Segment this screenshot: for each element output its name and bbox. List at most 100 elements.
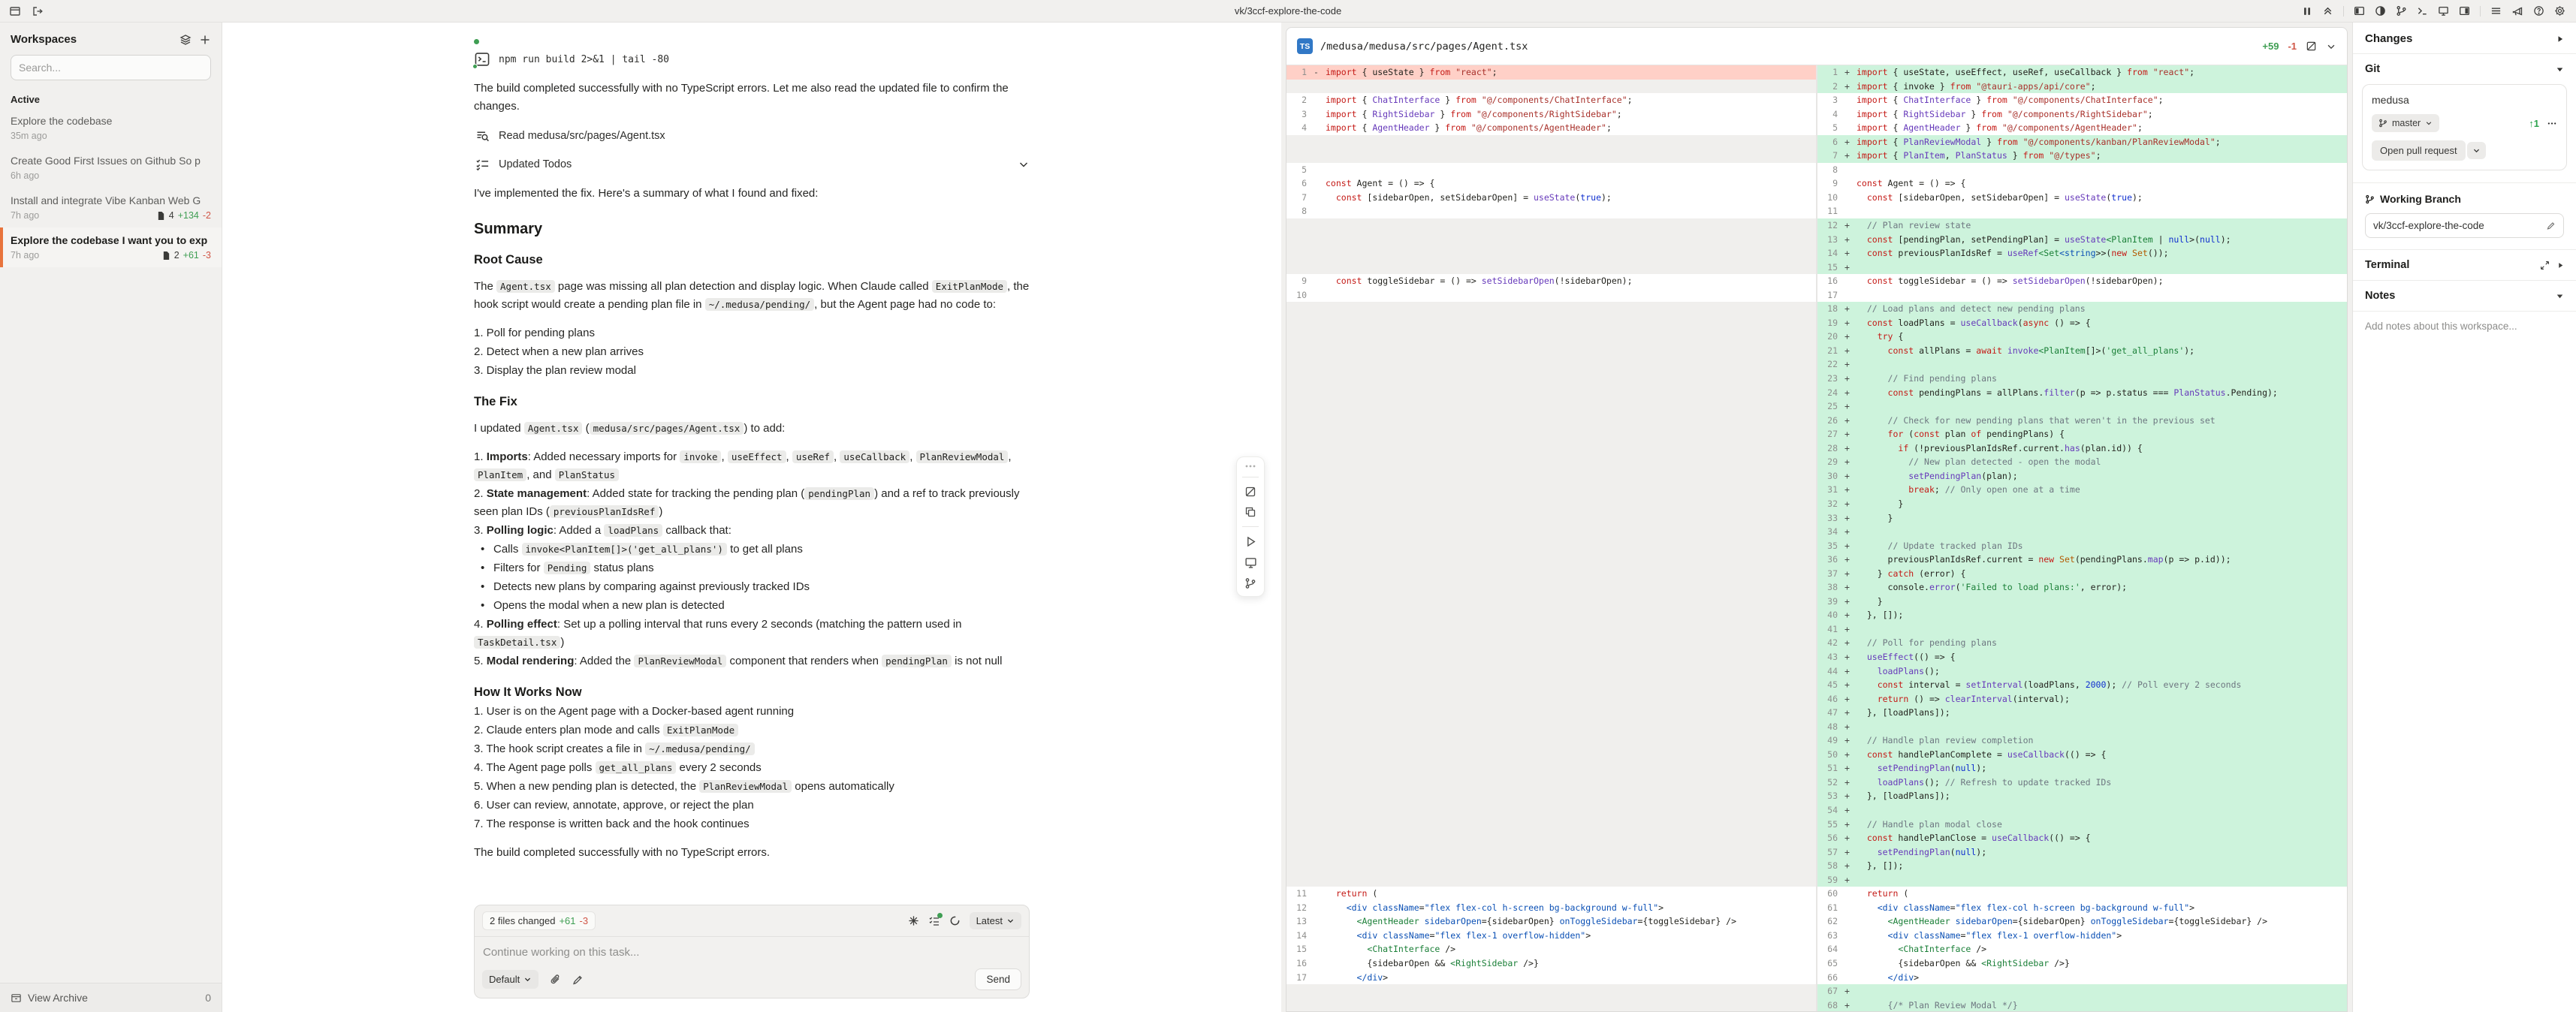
panel-left-icon[interactable] xyxy=(2354,5,2365,17)
diff-row: 24+ const pendingPlans = allPlans.filter… xyxy=(1817,386,2347,400)
message-input-wrap xyxy=(475,937,1029,964)
diff-row: 42+ // Poll for pending plans xyxy=(1817,636,2347,650)
spark-icon[interactable] xyxy=(908,915,919,926)
diff-row: 67+ xyxy=(1817,984,2347,998)
diff-row: 15 <ChatInterface /> xyxy=(1286,942,1816,956)
diff-row: 34+ xyxy=(1817,525,2347,539)
open-pull-request-button[interactable]: Open pull request xyxy=(2372,140,2466,161)
chevron-down-icon[interactable] xyxy=(1018,158,1030,170)
monitor-icon[interactable] xyxy=(1244,556,1257,569)
diff-row xyxy=(1286,330,1816,344)
diff-row: 51+ setPendingPlan(null); xyxy=(1817,761,2347,776)
diff-view-icon[interactable] xyxy=(1244,486,1256,498)
drag-handle-icon[interactable] xyxy=(1244,464,1256,468)
menu-icon[interactable] xyxy=(2490,5,2502,17)
chevron-right-icon[interactable] xyxy=(2557,262,2564,269)
root-cause-heading: Root Cause xyxy=(474,253,1030,267)
diff-row: 8 xyxy=(1817,163,2347,177)
diff-row xyxy=(1286,80,1816,94)
notes-section-header[interactable]: Notes xyxy=(2353,281,2576,311)
message-input[interactable] xyxy=(483,946,1021,959)
diff-row: 54+ xyxy=(1817,803,2347,818)
diff-row: 12+ // Plan review state xyxy=(1817,218,2347,233)
diff-row xyxy=(1286,818,1816,832)
diff-row: 37+ } catch (error) { xyxy=(1817,567,2347,581)
git-branch-icon[interactable] xyxy=(2396,5,2407,17)
diff-row: 17 </div> xyxy=(1286,971,1816,985)
expand-icon[interactable] xyxy=(2540,261,2550,270)
diff-row: 31+ break; // Only open one at a time xyxy=(1817,483,2347,497)
workspace-item[interactable]: Explore the codebase 35m ago xyxy=(0,108,222,148)
list-item: 4. Polling effect: Set up a polling inte… xyxy=(474,616,1030,652)
workspace-item[interactable]: Install and integrate Vibe Kanban Web G … xyxy=(0,188,222,227)
workspace-item-selected[interactable]: Explore the codebase I want you to exp 7… xyxy=(0,227,222,267)
open-window-icon[interactable] xyxy=(32,5,44,17)
diff-row xyxy=(1286,636,1816,650)
working-branch-input[interactable]: vk/3ccf-explore-the-code xyxy=(2365,213,2564,238)
diff-row xyxy=(1286,776,1816,790)
diff-row: 65 {sidebarOpen && <RightSidebar />} xyxy=(1817,956,2347,971)
diff-row xyxy=(1286,455,1816,469)
add-workspace-icon[interactable] xyxy=(199,34,211,46)
diff-row: 55+ // Handle plan modal close xyxy=(1817,818,2347,832)
attach-icon[interactable] xyxy=(549,974,561,986)
additions-count: +59 xyxy=(2262,41,2279,52)
pen-icon[interactable] xyxy=(572,974,584,986)
copy-icon[interactable] xyxy=(1244,506,1256,518)
more-options-icon[interactable] xyxy=(2547,122,2557,125)
tool-call-read[interactable]: Read medusa/src/pages/Agent.tsx xyxy=(474,128,1030,144)
agent-conversation-panel: npm run build 2>&1 | tail -80 The build … xyxy=(222,23,1281,1012)
monitor-icon[interactable] xyxy=(2438,5,2449,17)
caret-down-icon[interactable] xyxy=(2556,65,2564,74)
todo-list-icon[interactable] xyxy=(928,915,940,927)
diff-row: 6+import { PlanReviewModal } from "@/com… xyxy=(1817,135,2347,149)
chevrons-up-icon[interactable] xyxy=(2322,5,2333,17)
panel-right-icon[interactable] xyxy=(2459,5,2470,17)
list-item: 7. The response is written back and the … xyxy=(474,815,1030,833)
diff-row xyxy=(1286,803,1816,818)
collapse-panel-icon[interactable] xyxy=(2556,35,2564,43)
latest-dropdown[interactable]: Latest xyxy=(970,912,1021,929)
tool-call-bash[interactable]: npm run build 2>&1 | tail -80 xyxy=(474,51,1030,68)
diff-row: 38+ console.error('Failed to load plans:… xyxy=(1817,580,2347,595)
search-input[interactable] xyxy=(11,55,211,80)
diff-row xyxy=(1286,372,1816,386)
pr-options-button[interactable] xyxy=(2467,142,2486,159)
diff-row: 40+ }, []); xyxy=(1817,608,2347,622)
diff-old-pane[interactable]: 1-import { useState } from "react";2impo… xyxy=(1286,65,1817,1011)
diff-row: 53+ }, [loadPlans]); xyxy=(1817,789,2347,803)
files-changed-chip[interactable]: 2 files changed +61 -3 xyxy=(482,911,596,930)
layers-icon[interactable] xyxy=(179,34,192,46)
help-icon[interactable] xyxy=(2533,5,2544,17)
working-branch-section: Working Branch vk/3ccf-explore-the-code xyxy=(2353,183,2576,250)
caret-down-icon[interactable] xyxy=(2556,292,2564,300)
edit-branch-icon[interactable] xyxy=(2546,221,2556,230)
gear-icon[interactable] xyxy=(2554,5,2565,17)
model-dropdown[interactable]: Default xyxy=(482,970,538,989)
diff-row xyxy=(1286,650,1816,664)
diff-new-pane[interactable]: 1+import { useState, useEffect, useRef, … xyxy=(1817,65,2347,1011)
pause-icon[interactable] xyxy=(2302,6,2312,17)
archive-panel-icon[interactable] xyxy=(9,5,21,17)
collapse-file-icon[interactable] xyxy=(2326,41,2336,52)
diff-view-toggle-icon[interactable] xyxy=(2306,41,2317,52)
git-branch-icon[interactable] xyxy=(1244,577,1256,589)
view-archive-button[interactable]: View Archive 0 xyxy=(0,983,222,1012)
branch-dropdown[interactable]: master xyxy=(2372,114,2439,132)
workspace-item[interactable]: Create Good First Issues on Github So p … xyxy=(0,148,222,188)
send-button[interactable]: Send xyxy=(975,968,1021,990)
play-icon[interactable] xyxy=(1244,535,1257,548)
theme-icon[interactable] xyxy=(2375,5,2386,17)
terminal-icon[interactable] xyxy=(2417,5,2428,17)
diff-file-header[interactable]: TS /medusa/medusa/src/pages/Agent.tsx +5… xyxy=(1286,28,2347,65)
terminal-section-header[interactable]: Terminal xyxy=(2353,250,2576,281)
notes-placeholder[interactable]: Add notes about this workspace... xyxy=(2353,312,2576,341)
diff-row: 1-import { useState } from "react"; xyxy=(1286,65,1816,80)
workspaces-sidebar: Workspaces Active Explore the codebase 3… xyxy=(0,23,222,1012)
megaphone-icon[interactable] xyxy=(2511,5,2523,17)
diff-row xyxy=(1286,316,1816,330)
spinner-icon[interactable] xyxy=(949,915,961,926)
diff-row xyxy=(1286,218,1816,233)
tool-call-todos[interactable]: Updated Todos xyxy=(474,156,1030,173)
fix-paragraph: I updated Agent.tsx (medusa/src/pages/Ag… xyxy=(474,420,1030,438)
